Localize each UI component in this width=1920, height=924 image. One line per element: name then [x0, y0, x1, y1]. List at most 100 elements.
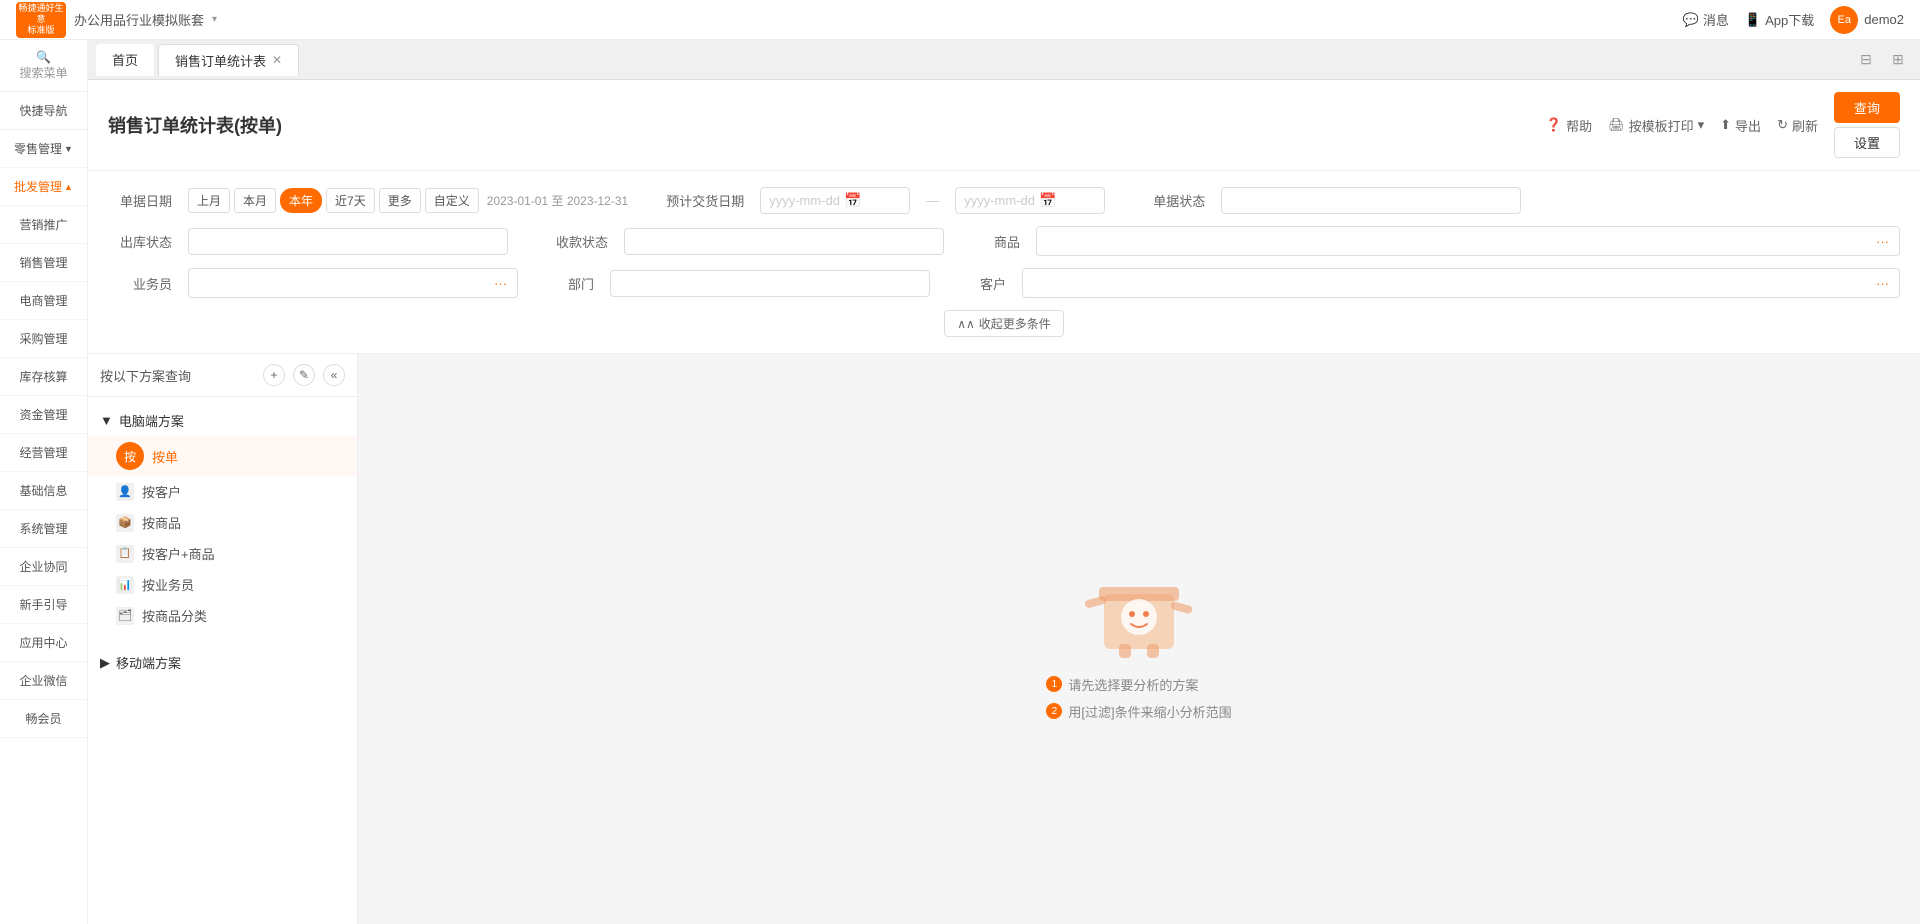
date-btn-more[interactable]: 更多 — [379, 188, 421, 213]
sidebar-item-member[interactable]: 畅会员 — [0, 700, 87, 738]
expected-date-label: 预计交货日期 — [664, 191, 744, 210]
sidebar-item-retail[interactable]: 零售管理 ▼ — [0, 130, 87, 168]
sidebar-item-newbie[interactable]: 新手引导 — [0, 586, 87, 624]
date-btn-last-7[interactable]: 近7天 — [326, 188, 375, 213]
goods-more-btn[interactable]: ··· — [1876, 234, 1889, 249]
calendar-start-icon[interactable]: 📅 — [844, 192, 861, 209]
date-btn-this-month[interactable]: 本月 — [234, 188, 276, 213]
date-end-input[interactable]: yyyy-mm-dd 📅 — [955, 187, 1105, 214]
tab-window-restore-icon[interactable]: ⊟ — [1852, 46, 1880, 74]
app-download-btn[interactable]: 📱 App下载 — [1745, 10, 1814, 29]
sidebar-item-basic[interactable]: 基础信息 — [0, 472, 87, 510]
tab-sales-stats[interactable]: 销售订单统计表 ✕ — [158, 44, 299, 76]
salesperson-more-btn[interactable]: ··· — [494, 276, 507, 291]
sidebar-item-enterprise[interactable]: 企业协同 — [0, 548, 87, 586]
phone-icon: 📱 — [1745, 12, 1761, 28]
system-dropdown-icon[interactable]: ▾ — [212, 14, 217, 25]
settings-button[interactable]: 设置 — [1834, 127, 1900, 158]
date-btn-last-month[interactable]: 上月 — [188, 188, 230, 213]
filter-area: 单据日期 上月 本月 本年 近7天 更多 自定义 2023-01-01 至 20… — [88, 171, 1920, 354]
search-icon: 🔍 — [36, 50, 51, 64]
tree-mobile-title[interactable]: ▶ 移动端方案 — [88, 647, 357, 678]
edit-scheme-btn[interactable]: ✎ — [293, 364, 315, 386]
left-panel-header: 按以下方案查询 + ✎ « — [88, 354, 357, 397]
out-status-label: 出库状态 — [108, 232, 172, 251]
sidebar-item-appcenter[interactable]: 应用中心 — [0, 624, 87, 662]
page-content: 销售订单统计表(按单) ❓ 帮助 🖨 按模板打印 ▾ ⬆ 导出 — [88, 80, 1920, 924]
sidebar-item-purchase[interactable]: 采购管理 — [0, 320, 87, 358]
tree-item-by-customer-goods[interactable]: 📋 按客户+商品 — [88, 538, 357, 569]
salesperson-label: 业务员 — [108, 274, 172, 293]
avatar: Ea — [1830, 6, 1858, 34]
collapse-panel-btn[interactable]: « — [323, 364, 345, 386]
out-status-select[interactable] — [188, 228, 508, 255]
page-title: 销售订单统计表(按单) — [108, 112, 282, 138]
print-icon: 🖨 — [1608, 117, 1625, 133]
date-btn-custom[interactable]: 自定义 — [425, 188, 479, 213]
dept-select[interactable] — [610, 270, 930, 297]
tree-pc-title[interactable]: ▼ 电脑端方案 — [88, 405, 357, 436]
message-icon: 💬 — [1683, 12, 1699, 28]
sidebar-item-operations[interactable]: 经营管理 — [0, 434, 87, 472]
customer-input[interactable]: ··· — [1022, 268, 1900, 298]
collect-status-label: 收款状态 — [544, 232, 608, 251]
add-scheme-btn[interactable]: + — [263, 364, 285, 386]
sidebar-item-sales[interactable]: 销售管理 — [0, 244, 87, 282]
tab-close-icon[interactable]: ✕ — [272, 53, 282, 67]
date-btn-this-year[interactable]: 本年 — [280, 188, 322, 213]
content-area: 首页 销售订单统计表 ✕ ⊟ ⊞ 销售订单统计表(按单) ❓ 帮助 — [88, 40, 1920, 924]
tabs-bar: 首页 销售订单统计表 ✕ ⊟ ⊞ — [88, 40, 1920, 80]
tree-item-by-customer[interactable]: 👤 按客户 — [88, 476, 357, 507]
tree-item-by-salesperson[interactable]: 📊 按业务员 — [88, 569, 357, 600]
customer-more-btn[interactable]: ··· — [1876, 276, 1889, 291]
user-menu[interactable]: Ea demo2 — [1830, 6, 1904, 34]
left-panel-icons: + ✎ « — [263, 364, 345, 386]
date-btn-group: 上月 本月 本年 近7天 更多 自定义 2023-01-01 至 2023-12… — [188, 188, 628, 213]
main-body: 按以下方案查询 + ✎ « ▼ 电脑端方案 — [88, 354, 1920, 924]
filter-row-1: 单据日期 上月 本月 本年 近7天 更多 自定义 2023-01-01 至 20… — [108, 187, 1900, 214]
sidebar-item-inventory[interactable]: 库存核算 — [0, 358, 87, 396]
tree-item-by-goods-category[interactable]: 🗂 按商品分类 — [88, 600, 357, 631]
collapse-btn[interactable]: ∧∧ 收起更多条件 — [944, 310, 1064, 337]
print-btn[interactable]: 🖨 按模板打印 ▾ — [1608, 116, 1704, 135]
message-btn[interactable]: 💬 消息 — [1683, 10, 1729, 29]
salesperson-input[interactable]: ··· — [188, 268, 518, 298]
refresh-btn[interactable]: ↻ 刷新 — [1777, 116, 1818, 135]
collapse-icon: ∧∧ — [957, 317, 975, 331]
page-header-actions: ❓ 帮助 🖨 按模板打印 ▾ ⬆ 导出 ↻ 刷新 — [1546, 92, 1900, 158]
tip-num-1: 1 — [1046, 676, 1062, 692]
sidebar-item-marketing[interactable]: 营销推广 — [0, 206, 87, 244]
help-btn[interactable]: ❓ 帮助 — [1546, 116, 1592, 135]
by-customer-icon: 👤 — [116, 483, 134, 501]
tree-item-by-goods[interactable]: 📦 按商品 — [88, 507, 357, 538]
sidebar-item-system[interactable]: 系统管理 — [0, 510, 87, 548]
wholesale-arrow-icon: ▲ — [64, 182, 73, 192]
sidebar-item-finance[interactable]: 资金管理 — [0, 396, 87, 434]
collect-status-select[interactable] — [624, 228, 944, 255]
top-bar: 畅捷通好生意 标准版 办公用品行业模拟账套 ▾ 💬 消息 📱 App下载 Ea … — [0, 0, 1920, 40]
status-select[interactable] — [1221, 187, 1521, 214]
sidebar-item-wechat[interactable]: 企业微信 — [0, 662, 87, 700]
print-dropdown-icon[interactable]: ▾ — [1698, 117, 1705, 133]
filter-row-3: 业务员 ··· 部门 客户 ··· — [108, 268, 1900, 298]
by-cg-icon: 📋 — [116, 545, 134, 563]
filter-row-2: 出库状态 收款状态 商品 ··· — [108, 226, 1900, 256]
status-label: 单据状态 — [1141, 191, 1205, 210]
export-btn[interactable]: ⬆ 导出 — [1720, 116, 1761, 135]
tree-item-by-order[interactable]: 按 按单 — [88, 436, 357, 476]
tab-expand-icon[interactable]: ⊞ — [1884, 46, 1912, 74]
empty-state: 1 请先选择要分析的方案 2 用[过滤]条件来缩小分析范围 — [1046, 549, 1231, 729]
sidebar-item-ecommerce[interactable]: 电商管理 — [0, 282, 87, 320]
system-title: 办公用品行业模拟账套 — [74, 10, 204, 29]
tree-mobile-section: ▶ 移动端方案 — [88, 639, 357, 686]
query-button[interactable]: 查询 — [1834, 92, 1900, 123]
sidebar-item-wholesale[interactable]: 批发管理 ▲ — [0, 168, 87, 206]
sidebar-search[interactable]: 🔍 搜索菜单 — [0, 40, 87, 92]
calendar-end-icon[interactable]: 📅 — [1039, 192, 1056, 209]
sidebar-quick-nav[interactable]: 快捷导航 — [0, 92, 87, 130]
tab-home[interactable]: 首页 — [96, 44, 154, 76]
date-start-input[interactable]: yyyy-mm-dd 📅 — [760, 187, 910, 214]
help-icon: ❓ — [1546, 117, 1562, 133]
goods-input[interactable]: ··· — [1036, 226, 1900, 256]
by-salesperson-icon: 📊 — [116, 576, 134, 594]
